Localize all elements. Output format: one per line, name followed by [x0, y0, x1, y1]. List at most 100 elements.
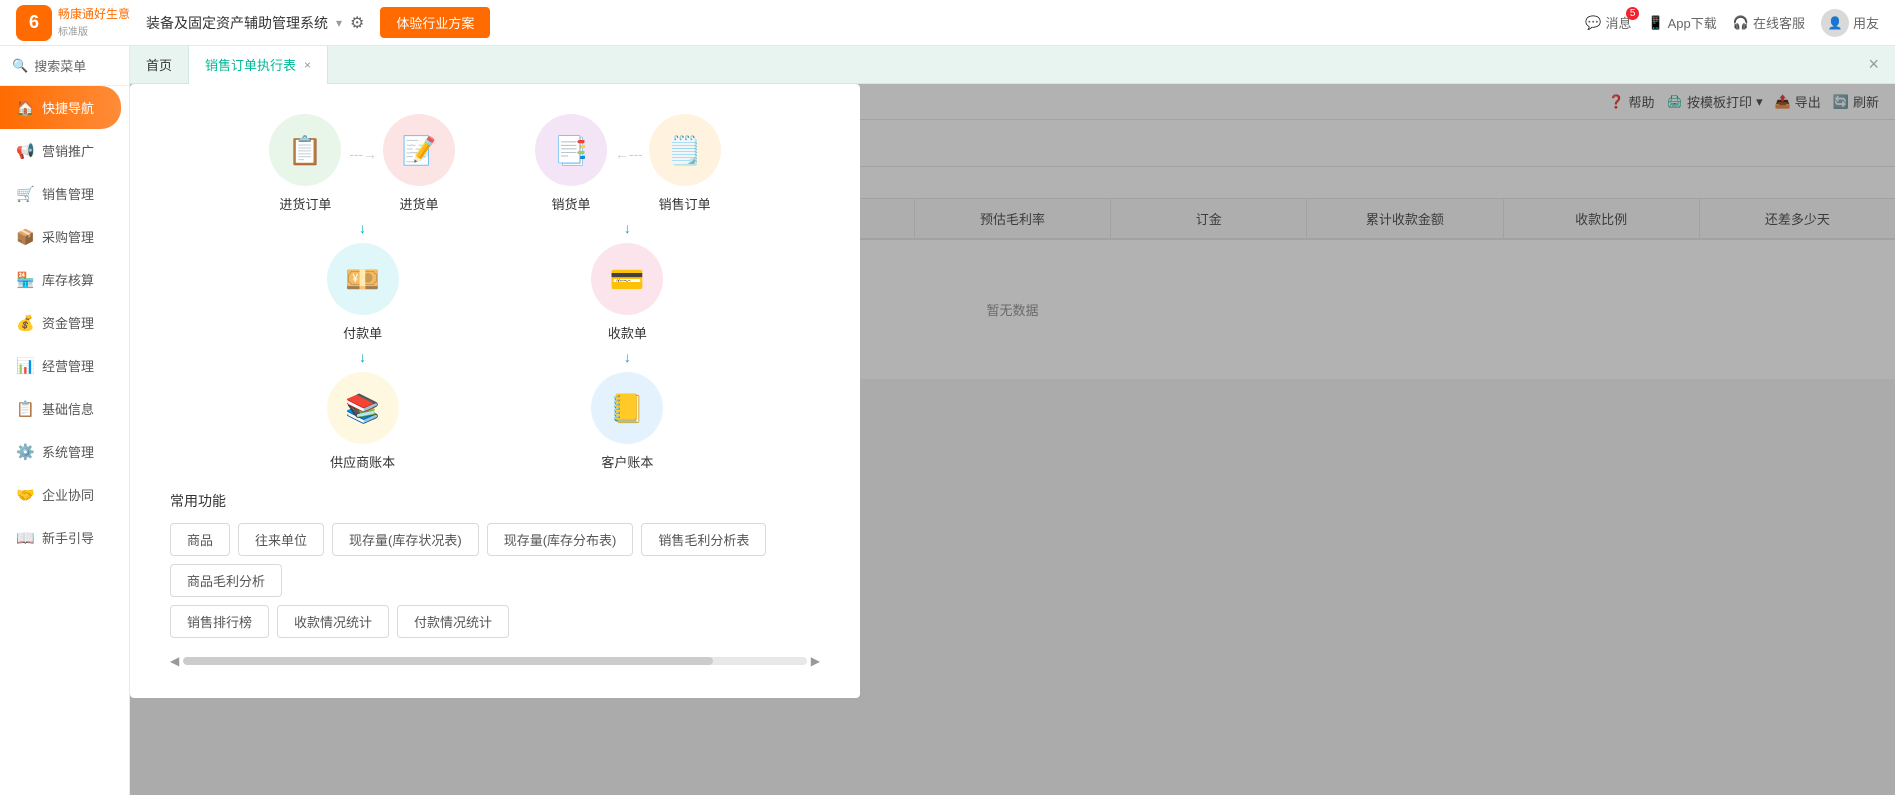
- brand-text: 畅康通好生意 标准版: [58, 7, 130, 38]
- content-area: 首页 销售订单执行表 × × ❓ 帮助: [130, 46, 1895, 795]
- settings-gear-icon[interactable]: ⚙: [350, 13, 364, 33]
- flow-row-3: 📚 供应商账本 📒 客户账本: [170, 372, 820, 471]
- logo-area: 6 畅康通好生意 标准版: [16, 5, 146, 41]
- supplier-ledger-label: 供应商账本: [330, 452, 395, 471]
- sidebar-item-beginner[interactable]: 📖 新手引导: [0, 516, 129, 559]
- flow-row-1: 📋 进货订单 - - - → 📝: [170, 114, 820, 213]
- main-layout: 🔍 搜索菜单 🏠 快捷导航 📢 营销推广 🛒 销售管理 📦 采购管理 🏪: [0, 46, 1895, 795]
- common-btn-receipt-stats[interactable]: 收款情况统计: [277, 605, 389, 638]
- system-name: 装备及固定资产辅助管理系统: [146, 13, 328, 33]
- brand-sub: 标准版: [58, 23, 130, 38]
- flow-node-receipt-bill[interactable]: 💳 收款单: [591, 243, 663, 342]
- operations-icon: 📊: [16, 357, 34, 375]
- arrow-down-purchase: ↓: [327, 221, 399, 235]
- sidebar-item-marketing[interactable]: 📢 营销推广: [0, 129, 129, 172]
- search-icon: 🔍: [12, 58, 28, 74]
- home-icon: 🏠: [16, 99, 34, 117]
- page-content: ❓ 帮助 🖨 按模板打印 ▾ 📤 导出 🔄 刷新: [130, 84, 1895, 795]
- flow-node-supplier-ledger[interactable]: 📚 供应商账本: [327, 372, 399, 471]
- sidebar-item-quick-nav[interactable]: 🏠 快捷导航: [0, 86, 121, 129]
- sales-bill-label: 销货单: [551, 194, 590, 213]
- dropdown-arrow-icon[interactable]: ▾: [336, 16, 342, 30]
- scroll-right-icon[interactable]: ▶: [811, 654, 820, 668]
- flow-node-purchase-order[interactable]: 📋 进货订单: [269, 114, 341, 213]
- common-btn-sales-profit[interactable]: 销售毛利分析表: [641, 523, 766, 556]
- common-btn-product[interactable]: 商品: [170, 523, 230, 556]
- system-title-area: 装备及固定资产辅助管理系统 ▾ ⚙ 体验行业方案: [146, 7, 1585, 38]
- sales-order-label: 销售订单: [659, 194, 711, 213]
- customer-ledger-icon[interactable]: 📒: [591, 372, 663, 444]
- arrow-down-receipt: ↓: [591, 350, 663, 364]
- tab-bar: 首页 销售订单执行表 × ×: [130, 46, 1895, 84]
- message-icon: 💬: [1585, 15, 1601, 31]
- flow-node-sales-order[interactable]: 🗒️ 销售订单: [649, 114, 721, 213]
- common-btn-payment-stats[interactable]: 付款情况统计: [397, 605, 509, 638]
- phone-icon: 📱: [1647, 15, 1663, 31]
- try-industry-button[interactable]: 体验行业方案: [380, 7, 490, 38]
- purchase-bill-icon[interactable]: 📝: [383, 114, 455, 186]
- common-btn-sales-ranking[interactable]: 销售排行榜: [170, 605, 269, 638]
- app-container: 6 畅康通好生意 标准版 装备及固定资产辅助管理系统 ▾ ⚙ 体验行业方案 💬 …: [0, 0, 1895, 795]
- flow-row-2: 💴 付款单 💳 收款单: [170, 243, 820, 342]
- tab-bar-right: ×: [1868, 54, 1895, 75]
- sidebar-item-system[interactable]: ⚙️ 系统管理: [0, 430, 129, 473]
- sales-order-icon[interactable]: 🗒️: [649, 114, 721, 186]
- message-badge: 5: [1626, 7, 1640, 20]
- common-btn-stock-dist[interactable]: 现存量(库存分布表): [487, 523, 634, 556]
- scroll-bar[interactable]: [183, 657, 807, 665]
- arrow-sales-order-to-bill: ← - - -: [615, 146, 641, 182]
- user-menu[interactable]: 👤 用友: [1821, 9, 1879, 37]
- logo-icon: 6: [16, 5, 52, 41]
- flow-modal: 📋 进货订单 - - - → 📝: [130, 84, 860, 698]
- receipt-bill-icon[interactable]: 💳: [591, 243, 663, 315]
- collab-icon: 🤝: [16, 486, 34, 504]
- sidebar-item-purchase[interactable]: 📦 采购管理: [0, 215, 129, 258]
- flow-node-sales-bill[interactable]: 📑 销货单: [535, 114, 607, 213]
- purchase-icon: 📦: [16, 228, 34, 246]
- sidebar: 🔍 搜索菜单 🏠 快捷导航 📢 营销推广 🛒 销售管理 📦 采购管理 🏪: [0, 46, 130, 795]
- flow-node-payment-bill[interactable]: 💴 付款单: [327, 243, 399, 342]
- online-service-button[interactable]: 🎧 在线客服: [1733, 13, 1805, 32]
- scroll-bar-thumb: [183, 657, 713, 665]
- tab-sales-order-exec[interactable]: 销售订单执行表 ×: [189, 46, 328, 84]
- sidebar-item-sales[interactable]: 🛒 销售管理: [0, 172, 129, 215]
- close-all-tabs-icon[interactable]: ×: [1868, 54, 1879, 74]
- receipt-bill-label: 收款单: [608, 323, 647, 342]
- common-buttons-row1: 商品 往来单位 现存量(库存状况表) 现存量(库存分布表) 销售毛利分析表 商品…: [170, 523, 820, 597]
- sidebar-item-operations[interactable]: 📊 经营管理: [0, 344, 129, 387]
- sidebar-item-finance[interactable]: 💰 资金管理: [0, 301, 129, 344]
- arrow-purchase-to-bill: - - - →: [349, 146, 375, 182]
- system-icon: ⚙️: [16, 443, 34, 461]
- sidebar-item-collab[interactable]: 🤝 企业协同: [0, 473, 129, 516]
- common-btn-partner[interactable]: 往来单位: [238, 523, 324, 556]
- sidebar-item-basic-info[interactable]: 📋 基础信息: [0, 387, 129, 430]
- message-button[interactable]: 💬 消息 5: [1585, 13, 1631, 32]
- tab-home[interactable]: 首页: [130, 46, 189, 84]
- brand-name: 畅康通好生意: [58, 7, 130, 23]
- tab-close-icon[interactable]: ×: [304, 58, 311, 72]
- beginner-icon: 📖: [16, 529, 34, 547]
- app-download-button[interactable]: 📱 App下载: [1647, 13, 1716, 32]
- down-arrows-row2: ↓ ↓: [170, 346, 820, 368]
- sales-icon: 🛒: [16, 185, 34, 203]
- sales-bill-icon[interactable]: 📑: [535, 114, 607, 186]
- purchase-order-icon[interactable]: 📋: [269, 114, 341, 186]
- inventory-icon: 🏪: [16, 271, 34, 289]
- payment-bill-icon[interactable]: 💴: [327, 243, 399, 315]
- flow-node-customer-ledger[interactable]: 📒 客户账本: [591, 372, 663, 471]
- arrow-down-sales: ↓: [591, 221, 663, 235]
- flow-node-purchase-bill[interactable]: 📝 进货单: [383, 114, 455, 213]
- basic-info-icon: 📋: [16, 400, 34, 418]
- scroll-left-icon[interactable]: ◀: [170, 654, 179, 668]
- common-btn-stock-status[interactable]: 现存量(库存状况表): [332, 523, 479, 556]
- common-buttons-row2: 销售排行榜 收款情况统计 付款情况统计: [170, 605, 820, 638]
- arrow-down-payment: ↓: [327, 350, 399, 364]
- down-arrows-row1: ↓ ↓: [170, 217, 820, 239]
- supplier-ledger-icon[interactable]: 📚: [327, 372, 399, 444]
- customer-ledger-label: 客户账本: [601, 452, 653, 471]
- search-menu-button[interactable]: 🔍 搜索菜单: [0, 46, 129, 86]
- sidebar-item-inventory[interactable]: 🏪 库存核算: [0, 258, 129, 301]
- finance-icon: 💰: [16, 314, 34, 332]
- payment-bill-label: 付款单: [343, 323, 382, 342]
- common-btn-product-profit[interactable]: 商品毛利分析: [170, 564, 282, 597]
